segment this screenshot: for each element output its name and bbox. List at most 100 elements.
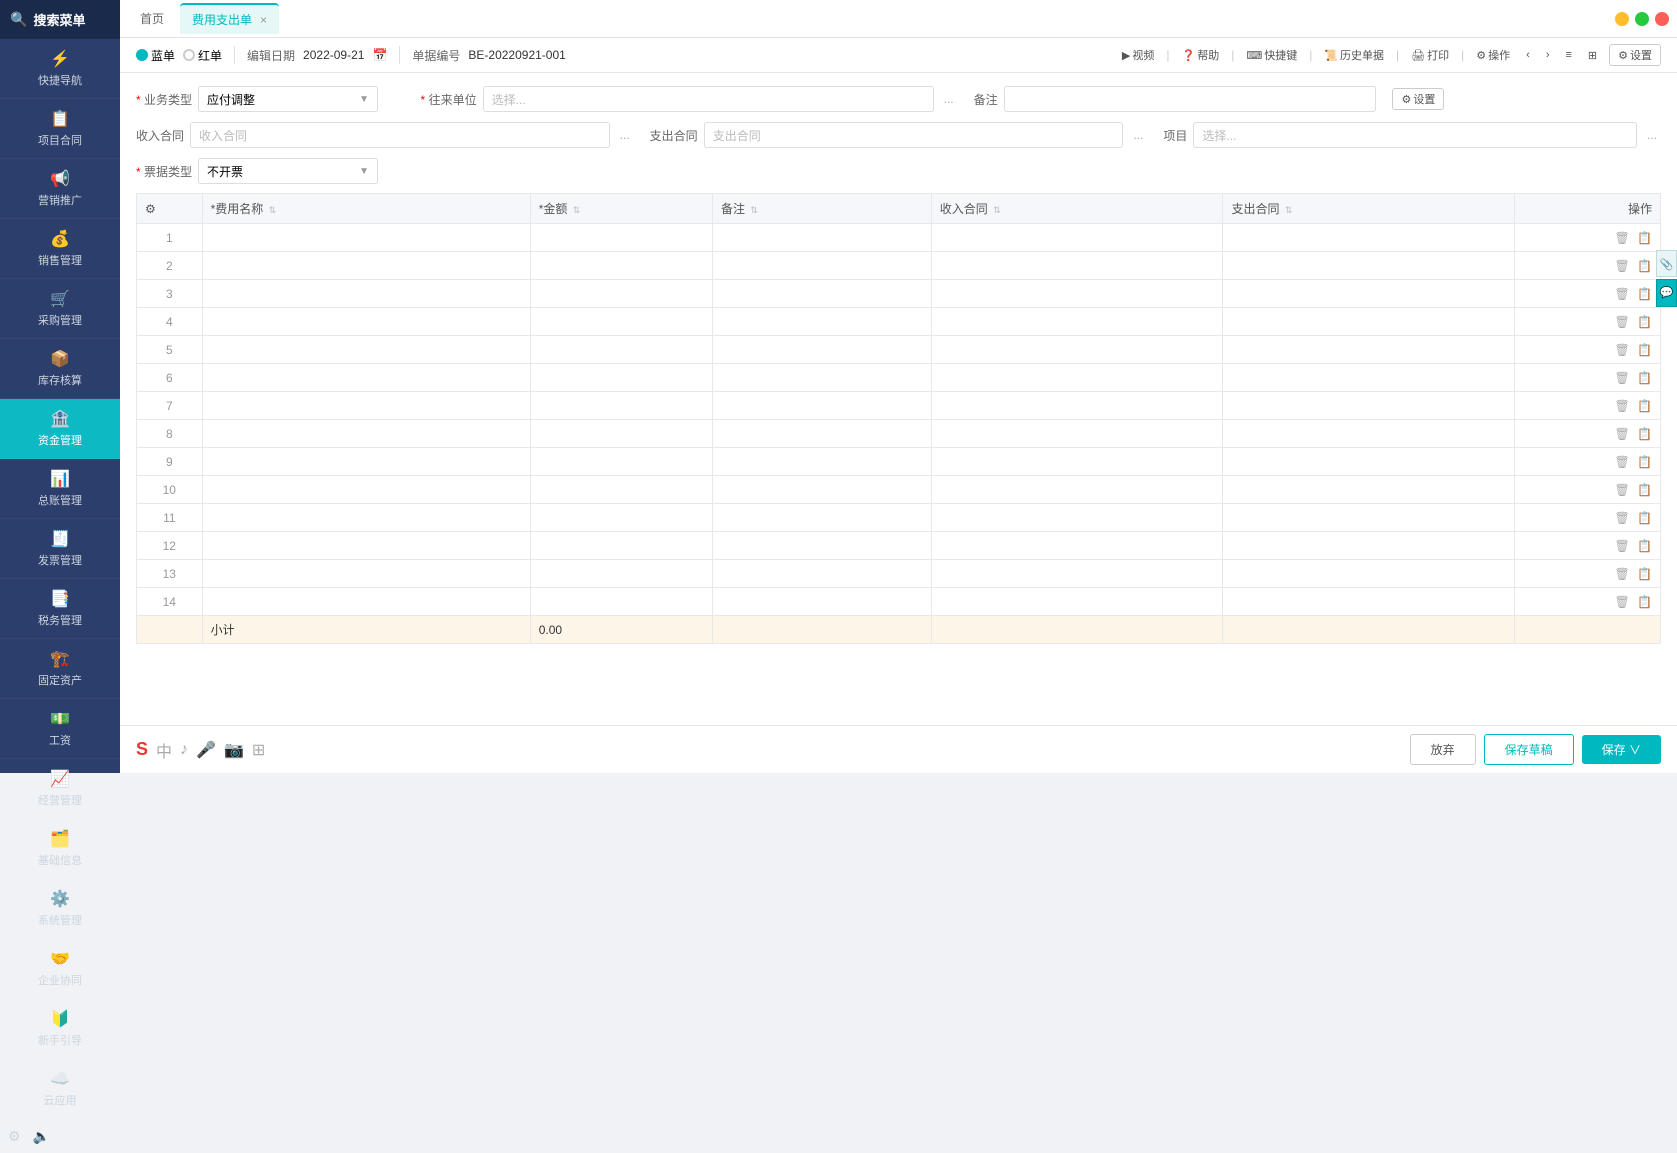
- row-14-delete-btn[interactable]: 🗑: [1614, 595, 1629, 609]
- right-settings-btn[interactable]: ⚙ 设置: [1392, 88, 1444, 110]
- row-3-name[interactable]: [202, 280, 530, 308]
- nav-prev-btn[interactable]: ‹: [1522, 47, 1534, 63]
- row-2-income[interactable]: [931, 252, 1223, 280]
- row-2-amount[interactable]: [530, 252, 712, 280]
- sidebar-item-quick-nav[interactable]: ⚡ 快捷导航: [0, 39, 120, 99]
- row-4-delete-btn[interactable]: 🗑: [1614, 315, 1629, 329]
- shortcut-btn[interactable]: ⌨ 快捷键: [1242, 45, 1301, 65]
- row-12-amount[interactable]: [530, 532, 712, 560]
- col-gear[interactable]: ⚙: [137, 194, 203, 224]
- list-view-btn[interactable]: ≡: [1561, 47, 1575, 63]
- row-3-expense[interactable]: [1223, 280, 1515, 308]
- row-8-delete-btn[interactable]: 🗑: [1614, 427, 1629, 441]
- row-1-name[interactable]: [202, 224, 530, 252]
- row-13-expense[interactable]: [1223, 560, 1515, 588]
- row-7-income[interactable]: [931, 392, 1223, 420]
- row-11-copy-btn[interactable]: 📋: [1637, 511, 1652, 525]
- grid-view-btn[interactable]: ⊞: [1584, 47, 1601, 64]
- row-11-income[interactable]: [931, 504, 1223, 532]
- col-name[interactable]: *费用名称 ⇅: [202, 194, 530, 224]
- row-8-copy-btn[interactable]: 📋: [1637, 427, 1652, 441]
- row-5-copy-btn[interactable]: 📋: [1637, 343, 1652, 357]
- row-6-delete-btn[interactable]: 🗑: [1614, 371, 1629, 385]
- row-7-delete-btn[interactable]: 🗑: [1614, 399, 1629, 413]
- partner-input[interactable]: 选择...: [483, 86, 934, 112]
- row-10-income[interactable]: [931, 476, 1223, 504]
- row-8-income[interactable]: [931, 420, 1223, 448]
- row-3-amount[interactable]: [530, 280, 712, 308]
- footer-icon-grid[interactable]: ⊞: [252, 740, 265, 760]
- business-type-dropdown[interactable]: 应付调整 ▼: [198, 86, 378, 112]
- row-10-name[interactable]: [202, 476, 530, 504]
- invoice-type-dropdown[interactable]: 不开票 ▼: [198, 158, 378, 184]
- row-2-remark[interactable]: [713, 252, 932, 280]
- row-10-remark[interactable]: [713, 476, 932, 504]
- history-btn[interactable]: 📜 历史单据: [1320, 45, 1388, 65]
- project-input[interactable]: 选择...: [1193, 122, 1637, 148]
- row-7-amount[interactable]: [530, 392, 712, 420]
- sidebar-item-assets[interactable]: 🏗️ 固定资产: [0, 639, 120, 699]
- row-6-name[interactable]: [202, 364, 530, 392]
- sidebar-item-new-guide[interactable]: 🔰 新手引导: [0, 999, 120, 1059]
- row-14-copy-btn[interactable]: 📋: [1637, 595, 1652, 609]
- footer-icon-s[interactable]: S: [136, 739, 148, 760]
- row-9-income[interactable]: [931, 448, 1223, 476]
- attachment-btn[interactable]: 📎: [1656, 250, 1677, 277]
- sidebar-item-basic-info[interactable]: 🗂️ 基础信息: [0, 819, 120, 879]
- row-12-delete-btn[interactable]: 🗑: [1614, 539, 1629, 553]
- row-7-expense[interactable]: [1223, 392, 1515, 420]
- row-13-delete-btn[interactable]: 🗑: [1614, 567, 1629, 581]
- row-4-name[interactable]: [202, 308, 530, 336]
- row-1-delete-btn[interactable]: 🗑: [1614, 231, 1629, 245]
- row-5-amount[interactable]: [530, 336, 712, 364]
- row-5-expense[interactable]: [1223, 336, 1515, 364]
- col-income-contract[interactable]: 收入合同 ⇅: [931, 194, 1223, 224]
- save-button[interactable]: 保存 ∨: [1582, 735, 1661, 764]
- row-14-expense[interactable]: [1223, 588, 1515, 616]
- row-11-delete-btn[interactable]: 🗑: [1614, 511, 1629, 525]
- row-10-amount[interactable]: [530, 476, 712, 504]
- row-9-amount[interactable]: [530, 448, 712, 476]
- sidebar-item-capital[interactable]: 🏦 资金管理: [0, 399, 120, 459]
- sidebar-item-invoice[interactable]: 🧾 发票管理: [0, 519, 120, 579]
- row-13-name[interactable]: [202, 560, 530, 588]
- row-6-income[interactable]: [931, 364, 1223, 392]
- col-amount[interactable]: *金额 ⇅: [530, 194, 712, 224]
- sidebar-item-sales[interactable]: 💰 销售管理: [0, 219, 120, 279]
- row-5-delete-btn[interactable]: 🗑: [1614, 343, 1629, 357]
- row-12-copy-btn[interactable]: 📋: [1637, 539, 1652, 553]
- row-3-income[interactable]: [931, 280, 1223, 308]
- row-14-remark[interactable]: [713, 588, 932, 616]
- row-10-expense[interactable]: [1223, 476, 1515, 504]
- row-7-copy-btn[interactable]: 📋: [1637, 399, 1652, 413]
- row-12-income[interactable]: [931, 532, 1223, 560]
- row-9-expense[interactable]: [1223, 448, 1515, 476]
- row-1-amount[interactable]: [530, 224, 712, 252]
- row-6-amount[interactable]: [530, 364, 712, 392]
- row-2-expense[interactable]: [1223, 252, 1515, 280]
- row-1-copy-btn[interactable]: 📋: [1637, 231, 1652, 245]
- tab-expense[interactable]: 费用支出单 ×: [180, 3, 279, 34]
- sidebar-item-tax[interactable]: 📑 税务管理: [0, 579, 120, 639]
- radio-blue-single[interactable]: 蓝单: [136, 47, 175, 64]
- col-remark[interactable]: 备注 ⇅: [713, 194, 932, 224]
- tab-close-icon[interactable]: ×: [260, 13, 267, 27]
- footer-icon-music[interactable]: ♪: [180, 741, 188, 759]
- row-9-copy-btn[interactable]: 📋: [1637, 455, 1652, 469]
- row-5-remark[interactable]: [713, 336, 932, 364]
- maximize-button[interactable]: [1635, 12, 1649, 26]
- sidebar-item-inventory[interactable]: 📦 库存核算: [0, 339, 120, 399]
- footer-icon-mic[interactable]: 🎤: [196, 740, 216, 760]
- remark-input[interactable]: [1004, 86, 1377, 112]
- footer-icon-chinese[interactable]: 中: [156, 738, 172, 762]
- sidebar-item-system[interactable]: ⚙️ 系统管理: [0, 879, 120, 939]
- row-10-delete-btn[interactable]: 🗑: [1614, 483, 1629, 497]
- help-btn[interactable]: ❓ 帮助: [1178, 45, 1224, 65]
- row-8-remark[interactable]: [713, 420, 932, 448]
- settings-icon[interactable]: ⚙: [8, 1128, 21, 1145]
- footer-icon-photo[interactable]: 📷: [224, 740, 244, 760]
- row-11-expense[interactable]: [1223, 504, 1515, 532]
- close-button[interactable]: [1655, 12, 1669, 26]
- row-7-name[interactable]: [202, 392, 530, 420]
- row-6-expense[interactable]: [1223, 364, 1515, 392]
